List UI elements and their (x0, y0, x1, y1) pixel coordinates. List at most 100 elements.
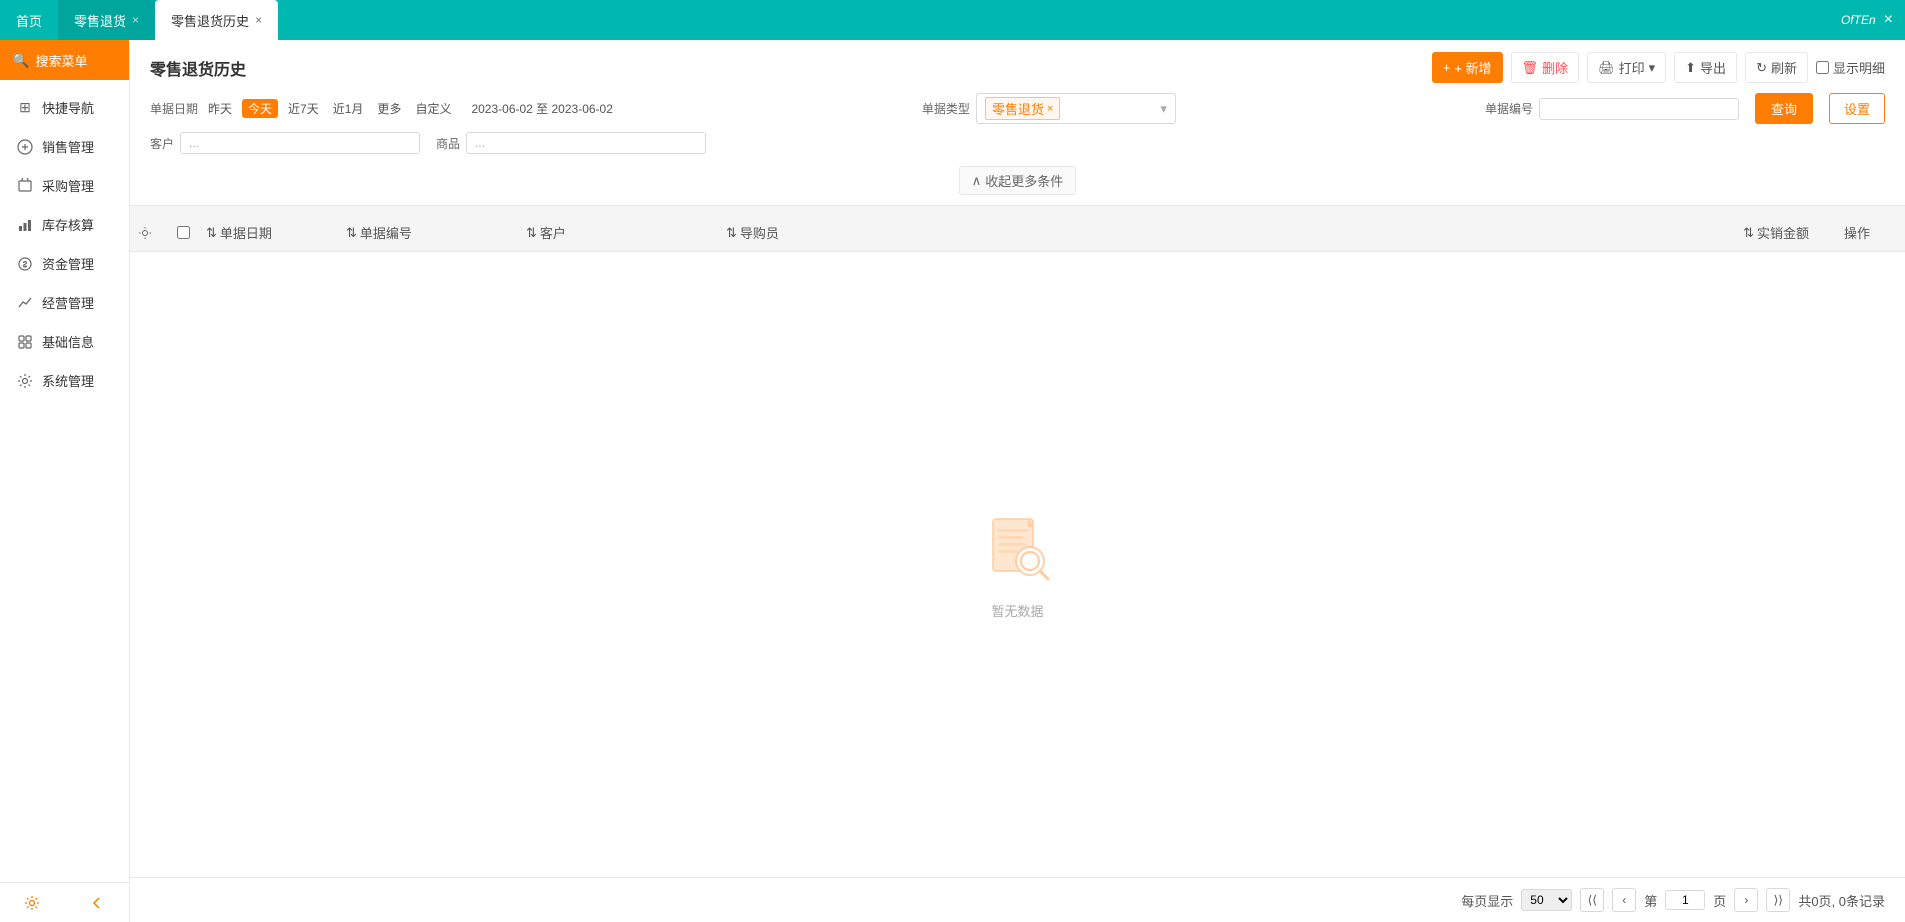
query-button[interactable]: 查询 (1755, 93, 1813, 124)
docno-label: 单据编号 (1485, 100, 1533, 117)
sidebar-collapse-button[interactable] (65, 883, 130, 922)
collapse-button[interactable]: ∧ 收起更多条件 (959, 166, 1077, 195)
page-number-input[interactable] (1665, 890, 1705, 910)
display-detail-toggle[interactable]: 显示明细 (1816, 58, 1885, 77)
date-option-custom[interactable]: 自定义 (411, 99, 455, 118)
type-tag-text: 零售退货 (992, 99, 1044, 118)
empty-illustration (978, 509, 1058, 589)
th-guide-label: 导购员 (740, 223, 779, 242)
delete-label: 删除 (1542, 58, 1568, 77)
sort-customer-icon[interactable]: ⇅ (526, 225, 537, 241)
type-dropdown-arrow: ▾ (1160, 101, 1167, 117)
th-check[interactable] (168, 226, 198, 239)
per-page-select[interactable]: 20 50 100 (1521, 889, 1572, 911)
sidebar-item-sales[interactable]: 销售管理 (0, 127, 129, 166)
goods-select[interactable]: ... (466, 132, 706, 154)
empty-text: 暂无数据 (991, 601, 1043, 620)
sidebar-item-quick-nav-label: 快捷导航 (42, 98, 94, 117)
content-area: 零售退货历史 + + 新增 🗑 删除 🖨 打印 ▾ (130, 40, 1905, 922)
print-icon: 🖨 (1598, 60, 1615, 76)
sidebar-item-system[interactable]: 系统管理 (0, 361, 129, 400)
tab-home-label: 首页 (16, 11, 42, 30)
type-select[interactable]: 零售退货 × ▾ (976, 93, 1176, 124)
sidebar-bottom (0, 882, 129, 922)
top-bar: 首页 零售退货 × 零售退货历史 × OfTEn × (0, 0, 1905, 40)
operation-icon (16, 294, 34, 312)
date-option-7days[interactable]: 近7天 (284, 99, 323, 118)
customer-label: 客户 (150, 135, 174, 152)
page-prev-button[interactable]: ‹ (1612, 888, 1636, 912)
tab-retail-return-history-close[interactable]: × (255, 13, 262, 27)
quick-nav-icon: ⊞ (16, 99, 34, 117)
sidebar-item-basic-label: 基础信息 (42, 332, 94, 351)
sidebar-item-inventory[interactable]: 库存核算 (0, 205, 129, 244)
goods-placeholder: ... (475, 136, 485, 150)
th-settings[interactable] (138, 226, 168, 240)
purchase-icon (16, 177, 34, 195)
type-tag-close[interactable]: × (1047, 103, 1053, 115)
window-close-button[interactable]: × (1884, 11, 1893, 29)
page-label: 第 (1644, 891, 1657, 910)
empty-state: 暂无数据 (130, 252, 1905, 877)
tab-retail-return-history[interactable]: 零售退货历史 × (155, 0, 278, 40)
date-option-today[interactable]: 今天 (242, 99, 278, 118)
sort-guide-icon[interactable]: ⇅ (726, 225, 737, 241)
tab-list: 首页 零售退货 × 零售退货历史 × (0, 0, 1841, 40)
sidebar-item-basic[interactable]: 基础信息 (0, 322, 129, 361)
print-label: 打印 (1619, 58, 1645, 77)
tab-home[interactable]: 首页 (0, 0, 58, 40)
sidebar-item-sales-label: 销售管理 (42, 137, 94, 156)
th-docno-label: 单据编号 (360, 223, 412, 242)
sort-date-icon[interactable]: ⇅ (206, 225, 217, 241)
select-all-checkbox[interactable] (177, 226, 190, 239)
sidebar-item-purchase[interactable]: 采购管理 (0, 166, 129, 205)
display-detail-label: 显示明细 (1833, 58, 1885, 77)
sidebar-item-inventory-label: 库存核算 (42, 215, 94, 234)
sort-amount-icon[interactable]: ⇅ (1743, 225, 1754, 241)
per-page-label: 每页显示 (1461, 891, 1513, 910)
filter-area: 单据日期 昨天 今天 近7天 近1月 更多 自定义 2023-06-02 至 2… (150, 93, 1885, 205)
new-label: + 新增 (1454, 58, 1491, 77)
tab-retail-return-close[interactable]: × (132, 13, 139, 27)
filter-row-2: 客户 ... 商品 ... (150, 132, 1885, 154)
table-header: ⇅ 单据日期 ⇅ 单据编号 ⇅ 客户 ⇅ 导购员 ⇅ 实销金额 (130, 214, 1905, 252)
docno-input[interactable] (1539, 98, 1739, 120)
delete-button[interactable]: 🗑 删除 (1511, 52, 1580, 83)
th-amount-label: 实销金额 (1757, 223, 1809, 242)
date-option-yesterday[interactable]: 昨天 (204, 99, 236, 118)
export-button[interactable]: ⬆ 导出 (1674, 52, 1737, 83)
export-icon: ⬆ (1685, 60, 1696, 76)
new-icon: + (1443, 60, 1451, 75)
print-button[interactable]: 🖨 打印 ▾ (1587, 52, 1666, 83)
sidebar-item-quick-nav[interactable]: ⊞ 快捷导航 (0, 88, 129, 127)
sidebar-settings-button[interactable] (0, 883, 65, 922)
filter-date: 单据日期 昨天 今天 近7天 近1月 更多 自定义 (150, 99, 455, 118)
system-icon (16, 372, 34, 390)
filter-customer: 客户 ... (150, 132, 420, 154)
customer-select[interactable]: ... (180, 132, 420, 154)
filter-type: 单据类型 零售退货 × ▾ (922, 93, 1176, 124)
sidebar-search[interactable]: 🔍 搜索菜单 (0, 40, 129, 80)
date-option-1month[interactable]: 近1月 (329, 99, 368, 118)
collapse-label: 收起更多条件 (985, 171, 1063, 190)
sidebar-item-operation[interactable]: 经营管理 (0, 283, 129, 322)
date-option-more[interactable]: 更多 (373, 99, 405, 118)
page-first-button[interactable]: ⟨⟨ (1580, 888, 1604, 912)
new-button[interactable]: + + 新增 (1432, 52, 1503, 83)
toolbar: + + 新增 🗑 删除 🖨 打印 ▾ ⬆ 导出 (1432, 52, 1885, 83)
filter-goods: 商品 ... (436, 132, 706, 154)
th-docno: ⇅ 单据编号 (338, 223, 518, 242)
tab-retail-return[interactable]: 零售退货 × (58, 0, 155, 40)
basic-icon (16, 333, 34, 351)
refresh-button[interactable]: ↻ 刷新 (1745, 52, 1808, 83)
page-last-button[interactable]: ⟩⟩ (1766, 888, 1790, 912)
page-title: 零售退货历史 (150, 56, 246, 80)
settings-button[interactable]: 设置 (1829, 93, 1885, 124)
type-label: 单据类型 (922, 100, 970, 117)
th-customer-label: 客户 (540, 223, 566, 242)
sidebar-item-finance[interactable]: 资金管理 (0, 244, 129, 283)
display-detail-checkbox[interactable] (1816, 61, 1829, 74)
sidebar: 🔍 搜索菜单 ⊞ 快捷导航 销售管理 采购管理 (0, 40, 130, 922)
page-next-button[interactable]: › (1734, 888, 1758, 912)
sort-docno-icon[interactable]: ⇅ (346, 225, 357, 241)
